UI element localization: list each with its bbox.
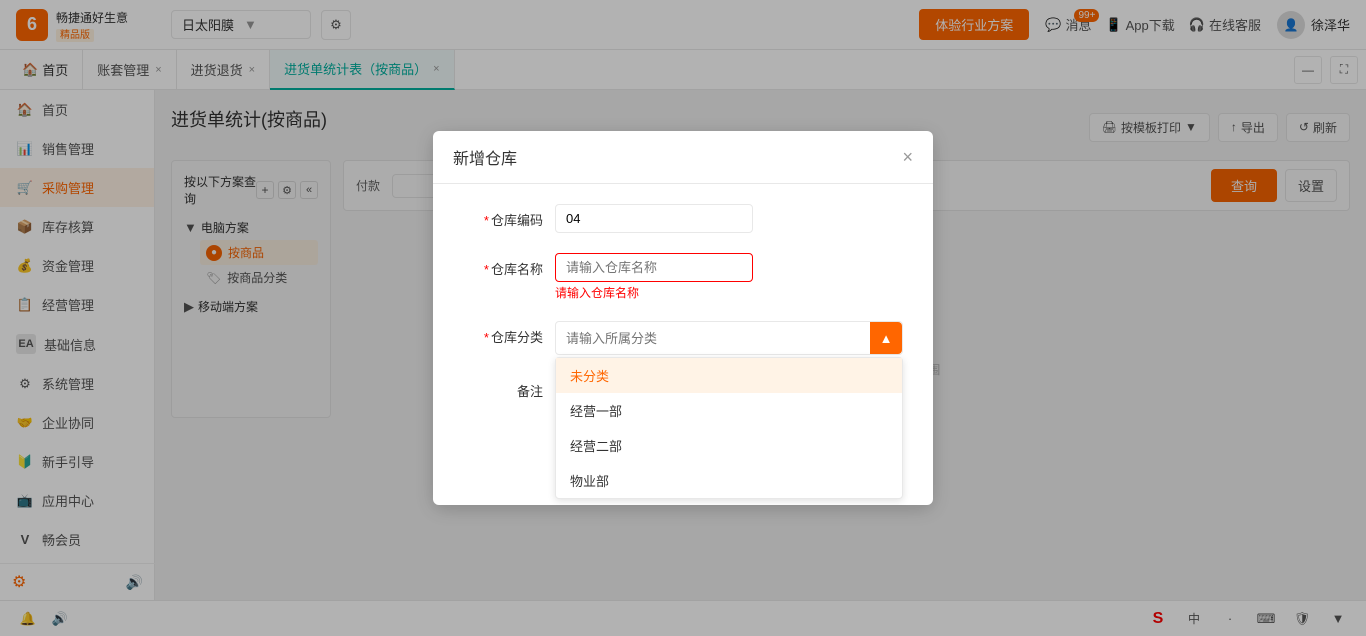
category-selector: ▲ 未分类 经营一部 经营二部 物业部 [555,321,903,355]
code-input[interactable] [555,204,753,233]
name-label: 仓库名称 [463,253,543,278]
name-input-wrap: 请输入仓库名称 [555,253,903,301]
category-input[interactable] [556,325,870,352]
category-option-dept2[interactable]: 经营二部 [556,428,902,463]
modal-title: 新增仓库 [453,145,517,169]
category-input-wrap: ▲ [555,321,903,355]
modal-body: 仓库编码 仓库名称 请输入仓库名称 仓库分类 ▲ [433,184,933,444]
chevron-up-icon: ▲ [880,331,893,346]
form-row-code: 仓库编码 [463,204,903,233]
category-option-dept1[interactable]: 经营一部 [556,393,902,428]
code-input-wrap [555,204,903,233]
modal-close-button[interactable]: × [902,147,913,168]
name-error-message: 请输入仓库名称 [555,284,903,301]
form-row-name: 仓库名称 请输入仓库名称 [463,253,903,301]
notes-label: 备注 [463,375,543,400]
category-option-unclassified[interactable]: 未分类 [556,358,902,393]
name-input[interactable] [555,253,753,282]
category-option-dept3[interactable]: 物业部 [556,463,902,498]
category-dropdown: 未分类 经营一部 经营二部 物业部 [555,357,903,499]
modal-header: 新增仓库 × [433,131,933,184]
category-label: 仓库分类 [463,321,543,346]
form-row-category: 仓库分类 ▲ 未分类 经营一部 经营二部 物业部 [463,321,903,355]
add-warehouse-modal: 新增仓库 × 仓库编码 仓库名称 请输入仓库名称 仓库分类 [433,131,933,505]
category-toggle-button[interactable]: ▲ [870,322,902,354]
code-label: 仓库编码 [463,204,543,229]
